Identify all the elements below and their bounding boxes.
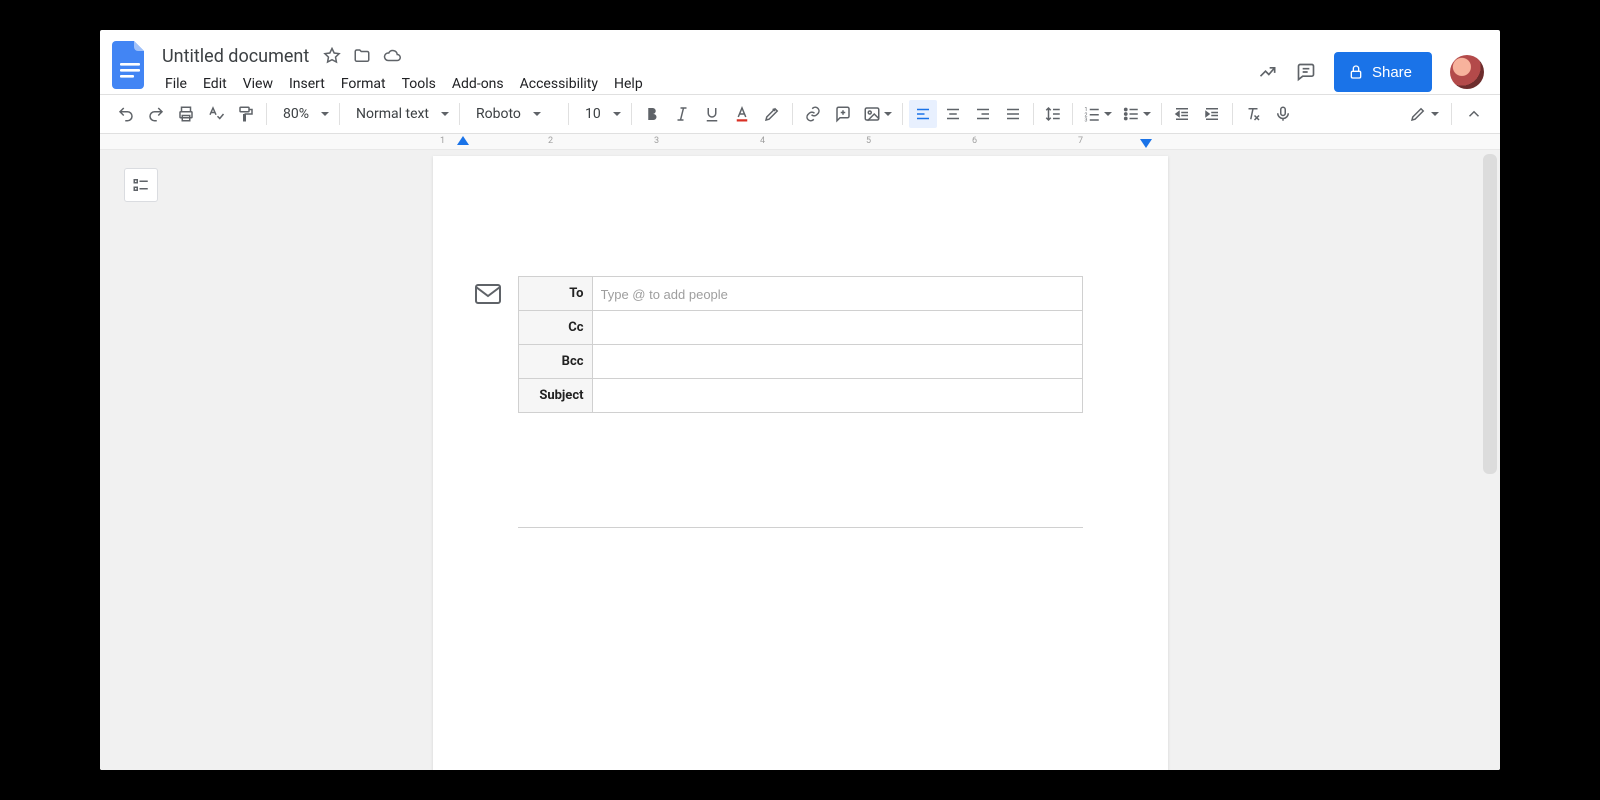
insert-link-button[interactable]	[799, 100, 827, 128]
insert-image-button[interactable]	[859, 105, 896, 123]
ruler-tick: 1	[440, 136, 445, 146]
bold-button[interactable]	[638, 100, 666, 128]
menu-format[interactable]: Format	[334, 72, 393, 96]
star-icon[interactable]	[323, 47, 341, 65]
decrease-indent-button[interactable]	[1168, 100, 1196, 128]
comments-icon[interactable]	[1296, 62, 1316, 82]
email-label-to: To	[518, 277, 592, 311]
email-row-cc: Cc	[518, 311, 1082, 345]
email-subject-input[interactable]	[601, 389, 1074, 404]
ruler-tick: 6	[972, 136, 977, 146]
text-color-button[interactable]	[728, 100, 756, 128]
underline-button[interactable]	[698, 100, 726, 128]
horizontal-ruler[interactable]: 1 2 3 4 5 6 7	[100, 134, 1500, 150]
docs-logo-icon[interactable]	[110, 38, 150, 92]
share-button-label: Share	[1372, 64, 1412, 81]
collapse-toolbar-button[interactable]	[1460, 100, 1488, 128]
caret-down-icon	[1104, 112, 1112, 116]
align-justify-button[interactable]	[999, 100, 1027, 128]
lock-icon	[1348, 64, 1364, 80]
vertical-scrollbar[interactable]	[1483, 154, 1497, 474]
undo-button[interactable]	[112, 100, 140, 128]
email-label-bcc: Bcc	[518, 345, 592, 379]
menu-bar: File Edit View Insert Format Tools Add-o…	[158, 72, 1258, 96]
line-spacing-button[interactable]	[1040, 105, 1066, 123]
align-right-button[interactable]	[969, 100, 997, 128]
menu-insert[interactable]: Insert	[282, 72, 332, 96]
ruler-indent-marker-left[interactable]	[457, 136, 469, 145]
font-size-select[interactable]: 10	[575, 106, 625, 122]
email-to-input[interactable]	[601, 287, 1074, 302]
email-row-subject: Subject	[518, 379, 1082, 413]
menu-addons[interactable]: Add-ons	[445, 72, 511, 96]
align-center-button[interactable]	[939, 100, 967, 128]
email-cc-input[interactable]	[601, 321, 1074, 336]
caret-down-icon	[613, 112, 621, 116]
menu-view[interactable]: View	[236, 72, 280, 96]
caret-down-icon	[441, 112, 449, 116]
document-workspace: To Cc Bcc Subject	[100, 150, 1500, 770]
email-draft-block: To Cc Bcc Subject	[518, 276, 1083, 528]
email-bcc-input[interactable]	[601, 355, 1074, 370]
header: Untitled document File Edit View Insert …	[100, 30, 1500, 94]
menu-tools[interactable]: Tools	[395, 72, 443, 96]
ruler-indent-marker-right[interactable]	[1140, 139, 1152, 148]
clear-formatting-button[interactable]	[1239, 100, 1267, 128]
email-body-divider	[518, 527, 1083, 528]
docs-app-window: Untitled document File Edit View Insert …	[100, 30, 1500, 770]
highlight-button[interactable]	[758, 100, 786, 128]
email-label-subject: Subject	[518, 379, 592, 413]
share-button[interactable]: Share	[1334, 52, 1432, 92]
bulleted-list-button[interactable]	[1118, 105, 1155, 123]
caret-down-icon	[884, 112, 892, 116]
zoom-select[interactable]: 80%	[273, 106, 333, 122]
font-family-select[interactable]: Roboto	[466, 106, 562, 122]
email-label-cc: Cc	[518, 311, 592, 345]
insert-comment-button[interactable]	[829, 100, 857, 128]
paint-format-button[interactable]	[232, 100, 260, 128]
activity-icon[interactable]	[1258, 62, 1278, 82]
caret-down-icon	[533, 112, 541, 116]
account-avatar[interactable]	[1450, 55, 1484, 89]
increase-indent-button[interactable]	[1198, 100, 1226, 128]
voice-typing-button[interactable]	[1269, 100, 1297, 128]
cloud-saved-icon[interactable]	[383, 47, 401, 65]
numbered-list-button[interactable]: 123	[1079, 105, 1116, 123]
caret-down-icon	[321, 112, 329, 116]
ruler-tick: 4	[760, 136, 765, 146]
show-outline-button[interactable]	[124, 168, 158, 202]
gmail-draft-icon[interactable]	[475, 284, 501, 304]
email-row-to: To	[518, 277, 1082, 311]
print-button[interactable]	[172, 100, 200, 128]
caret-down-icon	[1143, 112, 1151, 116]
italic-button[interactable]	[668, 100, 696, 128]
svg-text:3: 3	[1084, 118, 1087, 124]
menu-help[interactable]: Help	[607, 72, 650, 96]
document-title[interactable]: Untitled document	[158, 44, 313, 69]
spellcheck-button[interactable]	[202, 100, 230, 128]
document-page[interactable]: To Cc Bcc Subject	[433, 156, 1168, 770]
paragraph-style-select[interactable]: Normal text	[346, 106, 453, 122]
menu-file[interactable]: File	[158, 72, 194, 96]
ruler-tick: 5	[866, 136, 871, 146]
ruler-tick: 3	[654, 136, 659, 146]
menu-edit[interactable]: Edit	[196, 72, 234, 96]
caret-down-icon	[1431, 112, 1439, 116]
toolbar: 80% Normal text Roboto 10 123	[100, 94, 1500, 134]
move-folder-icon[interactable]	[353, 47, 371, 65]
menu-accessibility[interactable]: Accessibility	[513, 72, 605, 96]
email-row-bcc: Bcc	[518, 345, 1082, 379]
ruler-tick: 7	[1078, 136, 1083, 146]
align-left-button[interactable]	[909, 100, 937, 128]
redo-button[interactable]	[142, 100, 170, 128]
editing-mode-button[interactable]	[1405, 105, 1443, 123]
ruler-tick: 2	[548, 136, 553, 146]
